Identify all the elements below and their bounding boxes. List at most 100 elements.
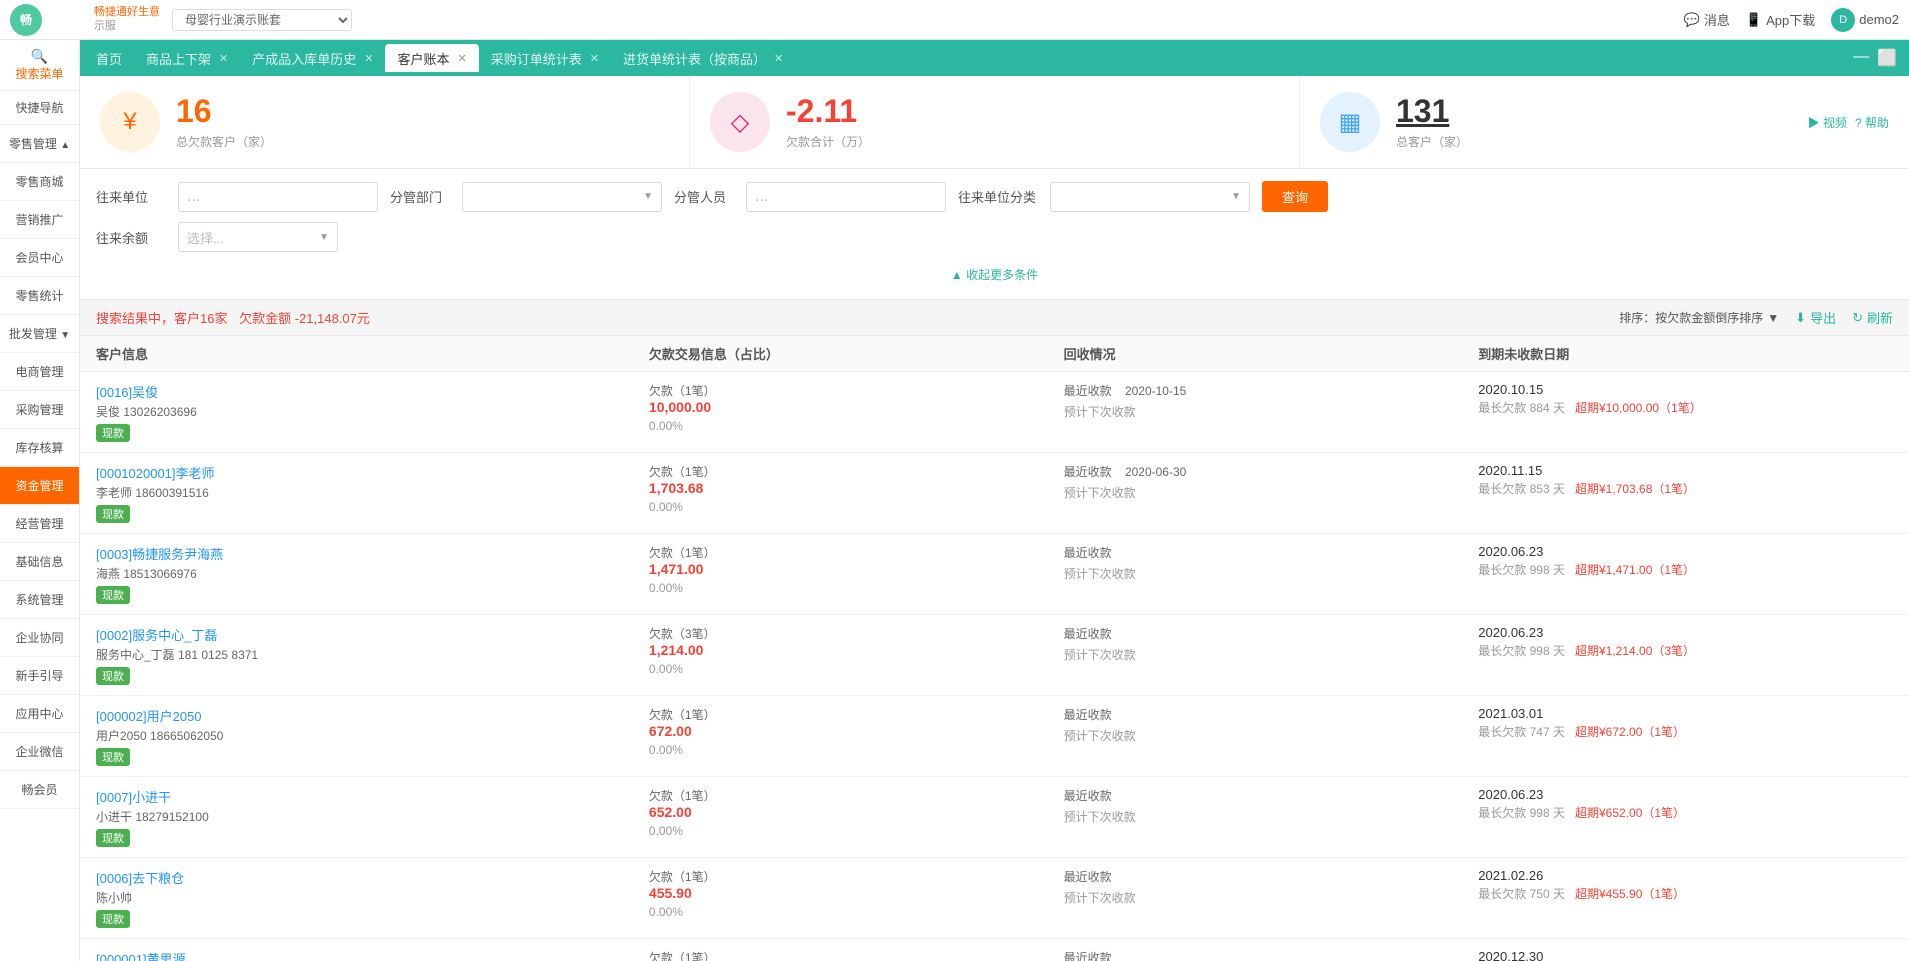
sidebar-item-retail-mgmt[interactable]: 零售管理 ▲ bbox=[0, 125, 79, 163]
card-total-customers: ▦ 131 总客户（家） ▶ 视频 ? 帮助 bbox=[1300, 76, 1909, 168]
sidebar-item-inventory[interactable]: 库存核算 bbox=[0, 429, 79, 467]
overdue-amount[interactable]: 超期¥455.90（1笔） bbox=[1575, 887, 1685, 901]
tabs-bar: 首页 商品上下架 ✕ 产成品入库单历史 ✕ 客户账本 ✕ 采购订单统计表 ✕ bbox=[80, 40, 1909, 76]
customer-name[interactable]: [0016]吴俊 bbox=[96, 382, 649, 401]
user-avatar[interactable]: D demo2 bbox=[1831, 8, 1899, 32]
table-row: [0002]服务中心_丁磊 服务中心_丁磊 181 0125 8371 现款 欠… bbox=[80, 615, 1909, 696]
customer-name[interactable]: [0006]去下粮仓 bbox=[96, 868, 649, 887]
due-date: 2021.03.01 bbox=[1478, 706, 1893, 721]
close-icon[interactable]: ✕ bbox=[219, 52, 228, 65]
maximize-icon[interactable]: ⬜ bbox=[1877, 48, 1897, 68]
sidebar: 🔍 搜索菜单 快捷导航 零售管理 ▲ 零售商城 营销推广 会员中心 零售统计 bbox=[0, 40, 80, 961]
due-date: 2020.06.23 bbox=[1478, 544, 1893, 559]
tab-actions: — ⬜ bbox=[1845, 48, 1905, 68]
phone-icon: 📱 bbox=[1746, 12, 1762, 28]
table-body: [0016]吴俊 吴俊 13026203696 现款 欠款（1笔） 10,000… bbox=[80, 372, 1909, 961]
sidebar-item-apps[interactable]: 应用中心 bbox=[0, 695, 79, 733]
app-download-btn[interactable]: 📱 App下载 bbox=[1746, 10, 1815, 29]
card1-number: 16 bbox=[176, 94, 272, 129]
debt-amount: 672.00 bbox=[649, 723, 1064, 739]
debt-cell: 欠款（1笔） 1,471.00 0.00% bbox=[649, 544, 1064, 595]
company-select[interactable]: 母婴行业演示账套 bbox=[172, 9, 352, 31]
sidebar-item-ecom[interactable]: 电商管理 bbox=[0, 353, 79, 391]
sidebar-search[interactable]: 🔍 搜索菜单 bbox=[0, 40, 79, 91]
sidebar-item-retail-stats[interactable]: 零售统计 bbox=[0, 277, 79, 315]
due-date: 2020.06.23 bbox=[1478, 625, 1893, 640]
sidebar-item-basic[interactable]: 基础信息 bbox=[0, 543, 79, 581]
sidebar-item-finance[interactable]: 资金管理 bbox=[0, 467, 79, 505]
due-date: 2020.06.23 bbox=[1478, 787, 1893, 802]
person-input[interactable]: ... bbox=[746, 182, 946, 212]
source-unit-input[interactable]: ... bbox=[178, 182, 378, 212]
debt-percent: 0.00% bbox=[649, 500, 1064, 514]
collect-cell: 最近收款 预计下次收款 bbox=[1064, 706, 1479, 744]
sidebar-item-purchase[interactable]: 采购管理 bbox=[0, 391, 79, 429]
dept-label: 分管部门 bbox=[390, 187, 450, 206]
customer-phone: 用户2050 18665062050 bbox=[96, 727, 649, 744]
balance-select[interactable]: 选择... ▼ bbox=[178, 222, 338, 252]
overdue-amount[interactable]: 超期¥1,214.00（3笔） bbox=[1575, 644, 1695, 658]
close-icon[interactable]: ✕ bbox=[774, 52, 783, 65]
customer-info-cell: [0006]去下粮仓 陈小帅 现款 bbox=[96, 868, 649, 928]
sidebar-item-batch-mgmt[interactable]: 批发管理 ▼ bbox=[0, 315, 79, 353]
sidebar-item-retail-mall[interactable]: 零售商城 bbox=[0, 163, 79, 201]
customer-name[interactable]: [0001020001]李老师 bbox=[96, 463, 649, 482]
collapse-btn[interactable]: ▲ 收起更多条件 bbox=[96, 262, 1893, 287]
close-icon[interactable]: ✕ bbox=[364, 52, 373, 65]
sidebar-item-system[interactable]: 系统管理 bbox=[0, 581, 79, 619]
customer-name[interactable]: [000001]黄思源 bbox=[96, 949, 649, 961]
overdue-amount[interactable]: 超期¥1,471.00（1笔） bbox=[1575, 563, 1695, 577]
customer-name[interactable]: [0003]畅捷服务尹海燕 bbox=[96, 544, 649, 563]
sidebar-item-member[interactable]: 会员中心 bbox=[0, 239, 79, 277]
debt-cell: 欠款（1笔） 672.00 0.00% bbox=[649, 706, 1064, 757]
customer-name[interactable]: [0007]小进干 bbox=[96, 787, 649, 806]
result-bar: 搜索结果中，客户16家 欠款金额 -21,148.07元 排序：按欠款金额倒序排… bbox=[80, 300, 1909, 336]
search-button[interactable]: 查询 bbox=[1262, 181, 1328, 212]
sidebar-item-wecom[interactable]: 企业微信 bbox=[0, 733, 79, 771]
sidebar-item-member2[interactable]: 畅会员 bbox=[0, 771, 79, 809]
tab-product-status[interactable]: 商品上下架 ✕ bbox=[134, 44, 240, 72]
sidebar-item-newbie[interactable]: 新手引导 bbox=[0, 657, 79, 695]
collect-cell: 最近收款 2020-06-30 预计下次收款 bbox=[1064, 463, 1479, 501]
overdue-amount[interactable]: 超期¥672.00（1笔） bbox=[1575, 725, 1685, 739]
filter-row-2: 往来余额 选择... ▼ bbox=[96, 222, 1893, 252]
overdue-amount[interactable]: 超期¥1,703.68（1笔） bbox=[1575, 482, 1695, 496]
sidebar-item-ops[interactable]: 经营管理 bbox=[0, 505, 79, 543]
chevron-down-icon-unit-class: ▼ bbox=[1231, 191, 1241, 202]
overdue-amount[interactable]: 超期¥652.00（1笔） bbox=[1575, 806, 1685, 820]
video-btn[interactable]: ▶ 视频 bbox=[1808, 114, 1847, 131]
tab-product-history[interactable]: 产成品入库单历史 ✕ bbox=[240, 44, 385, 72]
avatar: D bbox=[1831, 8, 1855, 32]
unit-class-select[interactable]: ▼ bbox=[1050, 182, 1250, 212]
tab-purchase-order[interactable]: 采购订单统计表 ✕ bbox=[479, 44, 611, 72]
tab-import-stats[interactable]: 进货单统计表（按商品） ✕ bbox=[611, 44, 795, 72]
close-icon[interactable]: ✕ bbox=[458, 52, 467, 65]
customer-name[interactable]: [000002]用户2050 bbox=[96, 706, 649, 725]
next-collect: 预计下次收款 bbox=[1064, 565, 1479, 582]
minimize-icon[interactable]: — bbox=[1853, 48, 1869, 68]
customer-phone: 陈小帅 bbox=[96, 889, 649, 906]
debt-cell: 欠款（1笔） 455.90 0.00% bbox=[649, 868, 1064, 919]
sidebar-quick-nav[interactable]: 快捷导航 bbox=[0, 91, 79, 125]
refresh-btn[interactable]: ↻ 刷新 bbox=[1852, 308, 1893, 327]
sidebar-item-marketing[interactable]: 营销推广 bbox=[0, 201, 79, 239]
top-bar-right: 💬 消息 📱 App下载 D demo2 bbox=[1684, 8, 1899, 32]
message-btn[interactable]: 💬 消息 bbox=[1684, 10, 1730, 29]
overdue-days: 最长欠款 998 天 超期¥1,471.00（1笔） bbox=[1478, 561, 1893, 578]
overdue-amount[interactable]: 超期¥10,000.00（1笔） bbox=[1575, 401, 1702, 415]
tab-home[interactable]: 首页 bbox=[84, 44, 134, 72]
export-btn[interactable]: ⬇ 导出 bbox=[1795, 308, 1836, 327]
card-icon-yuan: ¥ bbox=[100, 92, 160, 152]
dept-select[interactable]: ▼ bbox=[462, 182, 662, 212]
sidebar-item-corp[interactable]: 企业协同 bbox=[0, 619, 79, 657]
tab-customer-account[interactable]: 客户账本 ✕ bbox=[385, 44, 478, 72]
help-btn[interactable]: ? 帮助 bbox=[1855, 114, 1889, 131]
debt-count: 欠款（1笔） bbox=[649, 868, 1064, 885]
debt-count: 欠款（1笔） bbox=[649, 463, 1064, 480]
right-content: 首页 商品上下架 ✕ 产成品入库单历史 ✕ 客户账本 ✕ 采购订单统计表 ✕ bbox=[80, 40, 1909, 961]
close-icon[interactable]: ✕ bbox=[590, 52, 599, 65]
sort-select[interactable]: 排序：按欠款金额倒序排序 ▼ bbox=[1619, 309, 1779, 326]
overdue-days: 最长欠款 853 天 超期¥1,703.68（1笔） bbox=[1478, 480, 1893, 497]
customer-name[interactable]: [0002]服务中心_丁磊 bbox=[96, 625, 649, 644]
collect-cell: 最近收款 2020-10-15 预计下次收款 bbox=[1064, 382, 1479, 420]
